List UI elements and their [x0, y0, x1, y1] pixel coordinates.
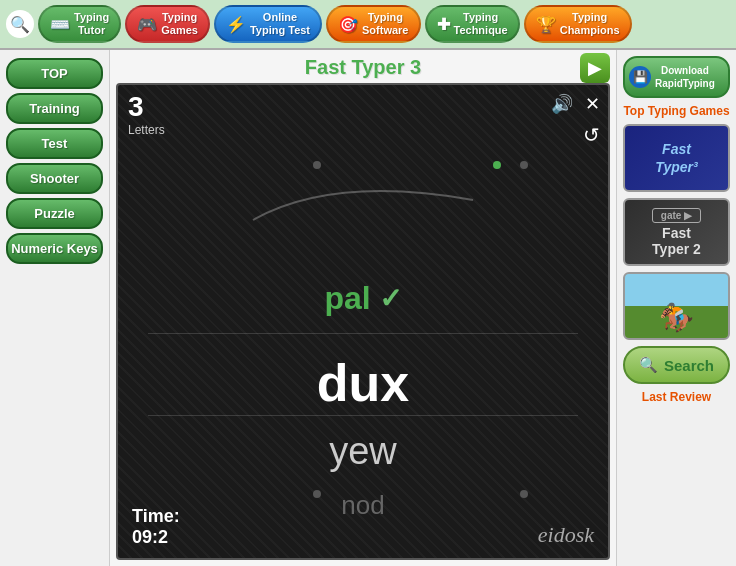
- center-content: Fast Typer 3 ▶ 3 Letters 🔊 ✕: [110, 50, 616, 566]
- game-thumb-fast2[interactable]: gate ▶ FastTyper 2: [623, 198, 730, 266]
- search-icon: 🔍: [639, 356, 658, 374]
- top-navigation: 🔍 ⌨️ Typing Tutor 🎮 Typing Games ⚡ Onlin…: [0, 0, 736, 50]
- left-sidebar: TOP Training Test Shooter Puzzle Numeric…: [0, 50, 110, 566]
- watermark: eidosk: [538, 522, 594, 548]
- game-thumb-fast3[interactable]: Fast Typer³: [623, 124, 730, 192]
- next-game-button[interactable]: ▶: [580, 53, 610, 83]
- download-rapidtyping-button[interactable]: 💾 Download RapidTyping: [623, 56, 730, 98]
- search-icon[interactable]: 🔍: [6, 10, 34, 38]
- sidebar-item-top[interactable]: TOP: [6, 58, 103, 89]
- sidebar-item-numeric[interactable]: Numeric Keys: [6, 233, 103, 264]
- letters-count: 3: [128, 93, 165, 121]
- champions-icon: 🏆: [536, 15, 556, 34]
- sidebar-item-test[interactable]: Test: [6, 128, 103, 159]
- search-button[interactable]: 🔍 Search: [623, 346, 730, 384]
- nav-typing-tutor[interactable]: ⌨️ Typing Tutor: [38, 5, 121, 43]
- letters-label: Letters: [128, 123, 165, 137]
- last-review-label: Last Review: [623, 390, 730, 404]
- sidebar-item-puzzle[interactable]: Puzzle: [6, 198, 103, 229]
- game-controls: 3 Letters: [128, 93, 598, 137]
- sidebar-item-shooter[interactable]: Shooter: [6, 163, 103, 194]
- test-icon: ⚡: [226, 15, 246, 34]
- nav-typing-games[interactable]: 🎮 Typing Games: [125, 5, 210, 43]
- game-icon-group: 🔊 ✕: [551, 93, 600, 115]
- top-typing-games-title: Top Typing Games: [623, 104, 730, 118]
- game-area[interactable]: 3 Letters 🔊 ✕ ↺: [116, 83, 610, 560]
- nav-typing-technique[interactable]: ✚ Typing Technique: [425, 5, 520, 43]
- dot-indicator-right: [520, 161, 528, 169]
- nav-online-test[interactable]: ⚡ Online Typing Test: [214, 5, 322, 43]
- nav-typing-software[interactable]: 🎯 Typing Software: [326, 5, 420, 43]
- restart-button[interactable]: ↺: [583, 123, 600, 147]
- download-icon: 💾: [629, 66, 651, 88]
- game-title-bar: Fast Typer 3 ▶: [116, 56, 610, 79]
- game-timer: Time: 09:2: [132, 506, 180, 548]
- word-completed: pal ✓: [118, 280, 608, 317]
- curve-decoration: [233, 170, 493, 230]
- tutor-icon: ⌨️: [50, 15, 70, 34]
- word-next1: yew: [118, 430, 608, 473]
- sidebar-item-training[interactable]: Training: [6, 93, 103, 124]
- letters-info: 3 Letters: [128, 93, 165, 137]
- game-thumb-horse[interactable]: 🏇: [623, 272, 730, 340]
- technique-icon: ✚: [437, 15, 450, 34]
- software-icon: 🎯: [338, 15, 358, 34]
- sound-toggle-button[interactable]: 🔊: [551, 93, 573, 115]
- dot-indicator-active: [493, 161, 501, 169]
- right-sidebar: 💾 Download RapidTyping Top Typing Games …: [616, 50, 736, 566]
- separator-line-bottom: [148, 415, 578, 416]
- word-current: dux: [118, 353, 608, 413]
- separator-line-top: [148, 333, 578, 334]
- close-button[interactable]: ✕: [585, 93, 600, 115]
- dot-indicator: [313, 161, 321, 169]
- word-next2: nod: [118, 490, 608, 521]
- nav-typing-champions[interactable]: 🏆 Typing Champions: [524, 5, 632, 43]
- game-title: Fast Typer 3: [305, 56, 421, 79]
- games-icon: 🎮: [137, 15, 157, 34]
- main-layout: TOP Training Test Shooter Puzzle Numeric…: [0, 50, 736, 566]
